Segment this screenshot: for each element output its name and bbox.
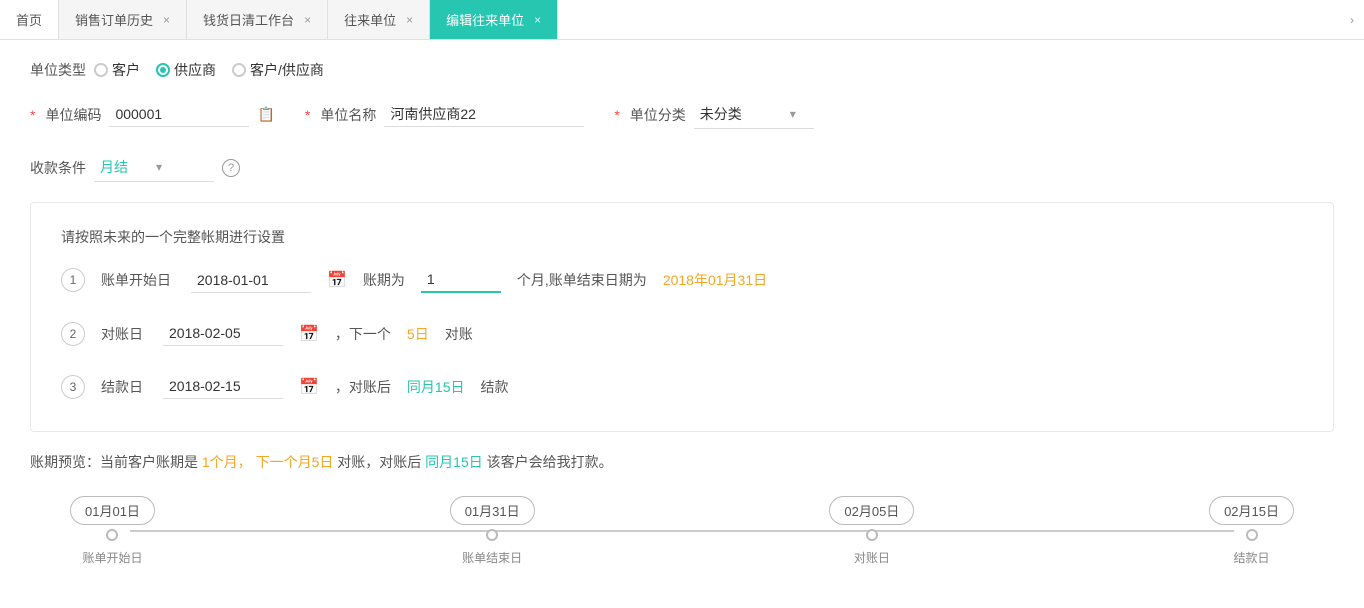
unit-class-dropdown[interactable]: 未分类 ▾: [694, 100, 814, 129]
row1-date-input[interactable]: [191, 268, 311, 293]
radio-supplier-label: 供应商: [174, 60, 216, 80]
payment-chevron-icon: ▾: [156, 160, 162, 174]
preview-part3: 对账，对账后: [337, 454, 421, 470]
preview-highlight-3: 同月15日: [425, 454, 483, 470]
row2-date-input[interactable]: [163, 321, 283, 346]
setup-row-1: 1 账单开始日 📅 账期为 个月,账单结束日期为 2018年01月31日: [61, 267, 1303, 293]
row2-highlight: 5日: [407, 324, 429, 344]
payment-group: 收款条件 月结 ▾ ?: [30, 153, 240, 182]
preview-highlight-2: 下一个月5日: [256, 454, 334, 470]
timeline-badge-2: 01月31日: [450, 496, 535, 525]
row-num-2: 2: [61, 322, 85, 346]
tab-cash-work-label: 钱货日清工作台: [203, 10, 294, 29]
tab-home-label: 首页: [16, 10, 42, 29]
timeline-label-1: 账单开始日: [82, 549, 142, 566]
timeline-dot-4: [1246, 529, 1258, 541]
preview-highlight-1: 1个月，: [202, 454, 252, 470]
unit-class-label: 单位分类: [630, 105, 686, 125]
tab-sales-history[interactable]: 销售订单历史 ×: [59, 0, 187, 39]
radio-supplier-circle: [156, 63, 170, 77]
row3-highlight: 同月15日: [407, 377, 465, 397]
row2-label: 对账日: [101, 324, 143, 344]
unit-name-label: 单位名称: [320, 105, 376, 125]
timeline-label-3: 对账日: [854, 549, 890, 566]
radio-customer-label: 客户: [112, 60, 140, 80]
timeline-label-2: 账单结束日: [462, 549, 522, 566]
payment-value: 月结: [100, 157, 128, 177]
payment-row: 收款条件 月结 ▾ ?: [30, 153, 1334, 182]
tab-edit-partner[interactable]: 编辑往来单位 ×: [430, 0, 558, 39]
unit-name-input[interactable]: [384, 102, 584, 127]
unit-code-input[interactable]: [109, 102, 249, 127]
unit-class-value: 未分类: [700, 104, 742, 124]
unit-name-group: * 单位名称: [305, 102, 584, 127]
timeline-line: [130, 530, 1234, 532]
row1-label: 账单开始日: [101, 270, 171, 290]
row1-suffix: 个月,账单结束日期为: [517, 270, 647, 290]
unit-code-label: 单位编码: [45, 105, 101, 125]
radio-both-label: 客户/供应商: [250, 60, 324, 80]
row3-suffix: 结款: [481, 377, 509, 397]
radio-supplier[interactable]: 供应商: [156, 60, 216, 80]
unit-type-row: 单位类型 客户 供应商 客户/供应商: [30, 60, 1334, 80]
timeline-badge-3: 02月05日: [829, 496, 914, 525]
row1-calendar-icon[interactable]: 📅: [327, 270, 347, 290]
tab-partner-label: 往来单位: [344, 10, 396, 29]
tab-home[interactable]: 首页: [0, 0, 59, 39]
tab-sales-history-label: 销售订单历史: [75, 10, 153, 29]
row1-period-input[interactable]: [421, 267, 501, 293]
radio-customer[interactable]: 客户: [94, 60, 140, 80]
setup-card: 请按照未来的一个完整帐期进行设置 1 账单开始日 📅 账期为 个月,账单结束日期…: [30, 202, 1334, 432]
row2-suffix: 对账: [445, 324, 473, 344]
unit-class-group: * 单位分类 未分类 ▾: [614, 100, 813, 129]
tab-cash-work[interactable]: 钱货日清工作台 ×: [187, 0, 328, 39]
row1-end-date: 2018年01月31日: [663, 270, 767, 290]
row2-prefix: ，下一个: [335, 324, 391, 344]
row1-period-prefix: 账期为: [363, 270, 405, 290]
unit-type-radios: 客户 供应商 客户/供应商: [94, 60, 324, 80]
preview-label: 账期预览：当前客户账期是: [30, 454, 198, 470]
row3-calendar-icon[interactable]: 📅: [299, 377, 319, 397]
timeline-dot-1: [106, 529, 118, 541]
payment-dropdown[interactable]: 月结 ▾: [94, 153, 214, 182]
tab-partner-close[interactable]: ×: [406, 13, 413, 27]
chevron-down-icon: ▾: [790, 107, 796, 121]
radio-customer-circle: [94, 63, 108, 77]
unit-code-group: * 单位编码 📋: [30, 102, 275, 127]
tab-partner[interactable]: 往来单位 ×: [328, 0, 430, 39]
row-num-3: 3: [61, 375, 85, 399]
radio-both[interactable]: 客户/供应商: [232, 60, 324, 80]
main-content: 单位类型 客户 供应商 客户/供应商 * 单位编码: [0, 40, 1364, 608]
tab-bar: 首页 销售订单历史 × 钱货日清工作台 × 往来单位 × 编辑往来单位 × ›: [0, 0, 1364, 40]
timeline-badge-4: 02月15日: [1209, 496, 1294, 525]
tab-more-arrow[interactable]: ›: [1340, 0, 1364, 39]
row2-calendar-icon[interactable]: 📅: [299, 324, 319, 344]
tab-edit-partner-close[interactable]: ×: [534, 13, 541, 27]
row3-label: 结款日: [101, 377, 143, 397]
copy-icon[interactable]: 📋: [257, 106, 274, 123]
tab-cash-work-close[interactable]: ×: [304, 13, 311, 27]
row3-date-input[interactable]: [163, 374, 283, 399]
row-num-1: 1: [61, 268, 85, 292]
unit-info-row: * 单位编码 📋 * 单位名称 * 单位分类 未分类 ▾: [30, 100, 1334, 129]
row3-prefix: ，对账后: [335, 377, 391, 397]
timeline-badge-1: 01月01日: [70, 496, 155, 525]
payment-label: 收款条件: [30, 158, 86, 178]
tab-edit-partner-label: 编辑往来单位: [446, 10, 524, 29]
timeline-section: 01月01日 账单开始日 01月31日 账单结束日 02月05日 对账日 02月…: [30, 496, 1334, 586]
setup-description: 请按照未来的一个完整帐期进行设置: [61, 227, 1303, 247]
preview-section: 账期预览：当前客户账期是 1个月， 下一个月5日 对账，对账后 同月15日 该客…: [30, 452, 1334, 472]
radio-both-circle: [232, 63, 246, 77]
setup-row-3: 3 结款日 📅 ，对账后 同月15日 结款: [61, 374, 1303, 399]
unit-type-group: 单位类型 客户 供应商 客户/供应商: [30, 60, 324, 80]
setup-row-2: 2 对账日 📅 ，下一个 5日 对账: [61, 321, 1303, 346]
timeline-dot-3: [866, 529, 878, 541]
chevron-right-icon: ›: [1350, 13, 1354, 27]
preview-part5: 该客户会给我打款。: [487, 454, 613, 470]
unit-type-label: 单位类型: [30, 60, 86, 80]
timeline-dot-2: [486, 529, 498, 541]
timeline-label-4: 结款日: [1234, 549, 1270, 566]
tab-sales-history-close[interactable]: ×: [163, 13, 170, 27]
payment-help-icon[interactable]: ?: [222, 159, 240, 177]
